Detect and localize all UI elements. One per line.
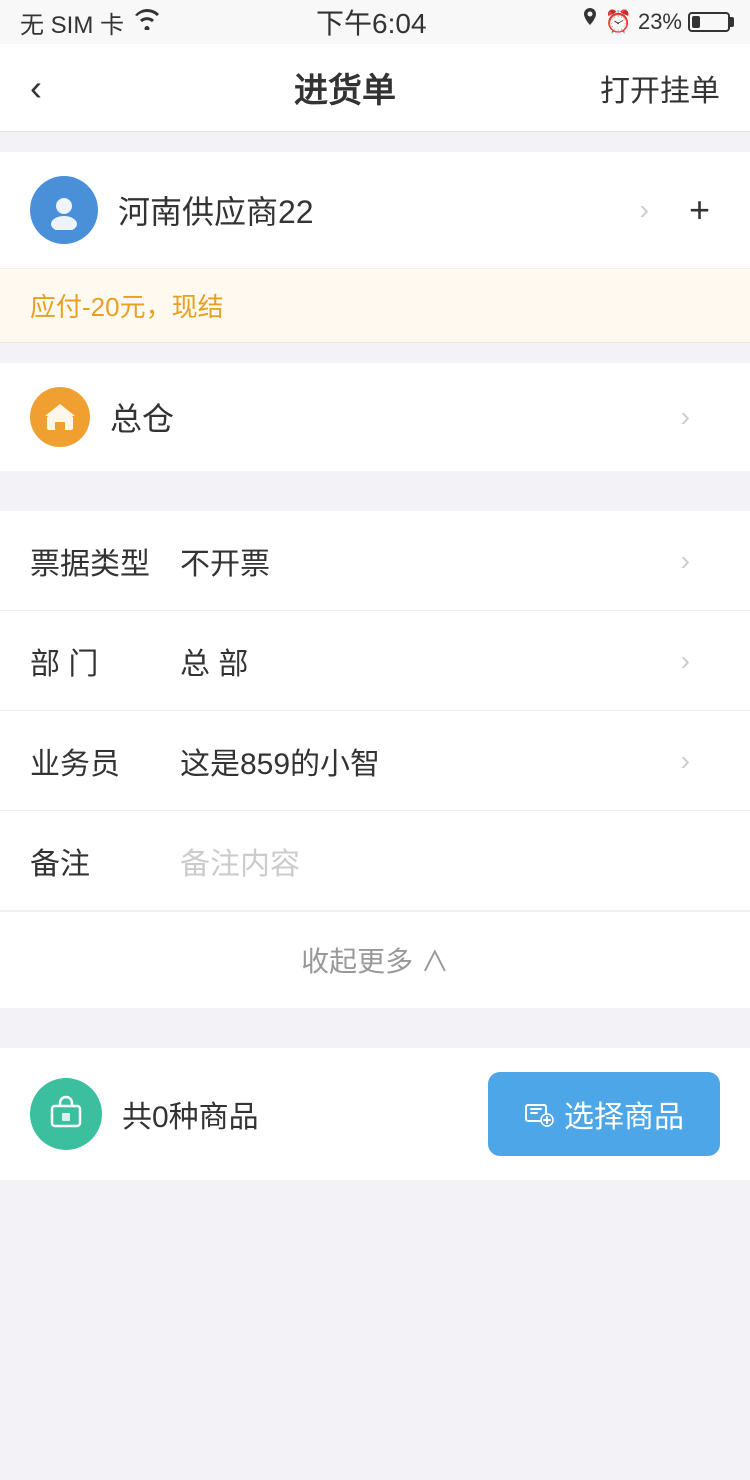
warehouse-name: 总仓 bbox=[110, 394, 681, 440]
salesperson-chevron-icon: › bbox=[681, 745, 690, 777]
supplier-avatar bbox=[30, 176, 98, 244]
open-pending-button[interactable]: 打开挂单 bbox=[600, 66, 720, 110]
add-supplier-button[interactable]: + bbox=[679, 189, 720, 231]
salesperson-value: 这是859的小智 bbox=[160, 739, 681, 783]
battery-icon bbox=[688, 12, 730, 32]
warehouse-row[interactable]: 总仓 › bbox=[0, 363, 750, 471]
warehouse-icon bbox=[30, 387, 90, 447]
section-gap-3 bbox=[0, 471, 750, 491]
ticket-type-chevron-icon: › bbox=[681, 545, 690, 577]
warehouse-card[interactable]: 总仓 › bbox=[0, 363, 750, 471]
department-label: 部 门 bbox=[30, 639, 160, 683]
nav-bar: ‹ 进货单 打开挂单 bbox=[0, 44, 750, 132]
section-gap-4 bbox=[0, 1008, 750, 1028]
status-time: 下午6:04 bbox=[316, 2, 427, 42]
department-row[interactable]: 部 门 总 部 › bbox=[0, 611, 750, 711]
ticket-type-label: 票据类型 bbox=[30, 539, 160, 583]
remark-input[interactable]: 备注内容 bbox=[160, 839, 720, 883]
warehouse-chevron-icon: › bbox=[681, 401, 690, 433]
bottom-bar: 共0种商品 选择商品 bbox=[0, 1048, 750, 1180]
warning-banner: 应付-20元，现结 bbox=[0, 269, 750, 343]
status-right: ⏰ 23% bbox=[581, 8, 730, 36]
ticket-type-row[interactable]: 票据类型 不开票 › bbox=[0, 511, 750, 611]
status-bar: 无 SIM 卡 下午6:04 ⏰ 23% bbox=[0, 0, 750, 44]
page-title: 进货单 bbox=[294, 63, 396, 112]
ticket-type-value: 不开票 bbox=[160, 539, 681, 583]
collapse-button[interactable]: 收起更多 ∧ bbox=[0, 911, 750, 1008]
department-chevron-icon: › bbox=[681, 645, 690, 677]
salesperson-label: 业务员 bbox=[30, 739, 160, 783]
select-product-label: 选择商品 bbox=[564, 1092, 684, 1136]
form-section: 票据类型 不开票 › 部 门 总 部 › 业务员 这是859的小智 › 备注 备… bbox=[0, 511, 750, 1008]
alarm-icon: ⏰ bbox=[605, 9, 632, 35]
remark-label: 备注 bbox=[30, 839, 160, 883]
product-icon-wrap bbox=[30, 1078, 102, 1150]
collapse-label: 收起更多 ∧ bbox=[301, 940, 449, 980]
remark-row[interactable]: 备注 备注内容 bbox=[0, 811, 750, 911]
supplier-card: 河南供应商22 › + 应付-20元，现结 bbox=[0, 152, 750, 343]
supplier-name: 河南供应商22 bbox=[118, 187, 640, 233]
department-value: 总 部 bbox=[160, 639, 681, 683]
salesperson-row[interactable]: 业务员 这是859的小智 › bbox=[0, 711, 750, 811]
carrier-text: 无 SIM 卡 bbox=[20, 5, 124, 40]
wifi-icon bbox=[132, 8, 162, 37]
supplier-chevron-icon: › bbox=[640, 194, 649, 226]
section-gap-2 bbox=[0, 343, 750, 363]
warning-text: 应付-20元，现结 bbox=[30, 292, 224, 322]
page-rest bbox=[0, 1180, 750, 1480]
supplier-row[interactable]: 河南供应商22 › + bbox=[0, 152, 750, 269]
section-gap-1 bbox=[0, 132, 750, 152]
location-icon bbox=[581, 8, 599, 36]
back-button[interactable]: ‹ bbox=[30, 67, 90, 109]
battery-percent: 23% bbox=[638, 9, 682, 35]
status-left: 无 SIM 卡 bbox=[20, 5, 162, 40]
product-count-text: 共0种商品 bbox=[122, 1092, 468, 1136]
select-product-button[interactable]: 选择商品 bbox=[488, 1072, 720, 1156]
